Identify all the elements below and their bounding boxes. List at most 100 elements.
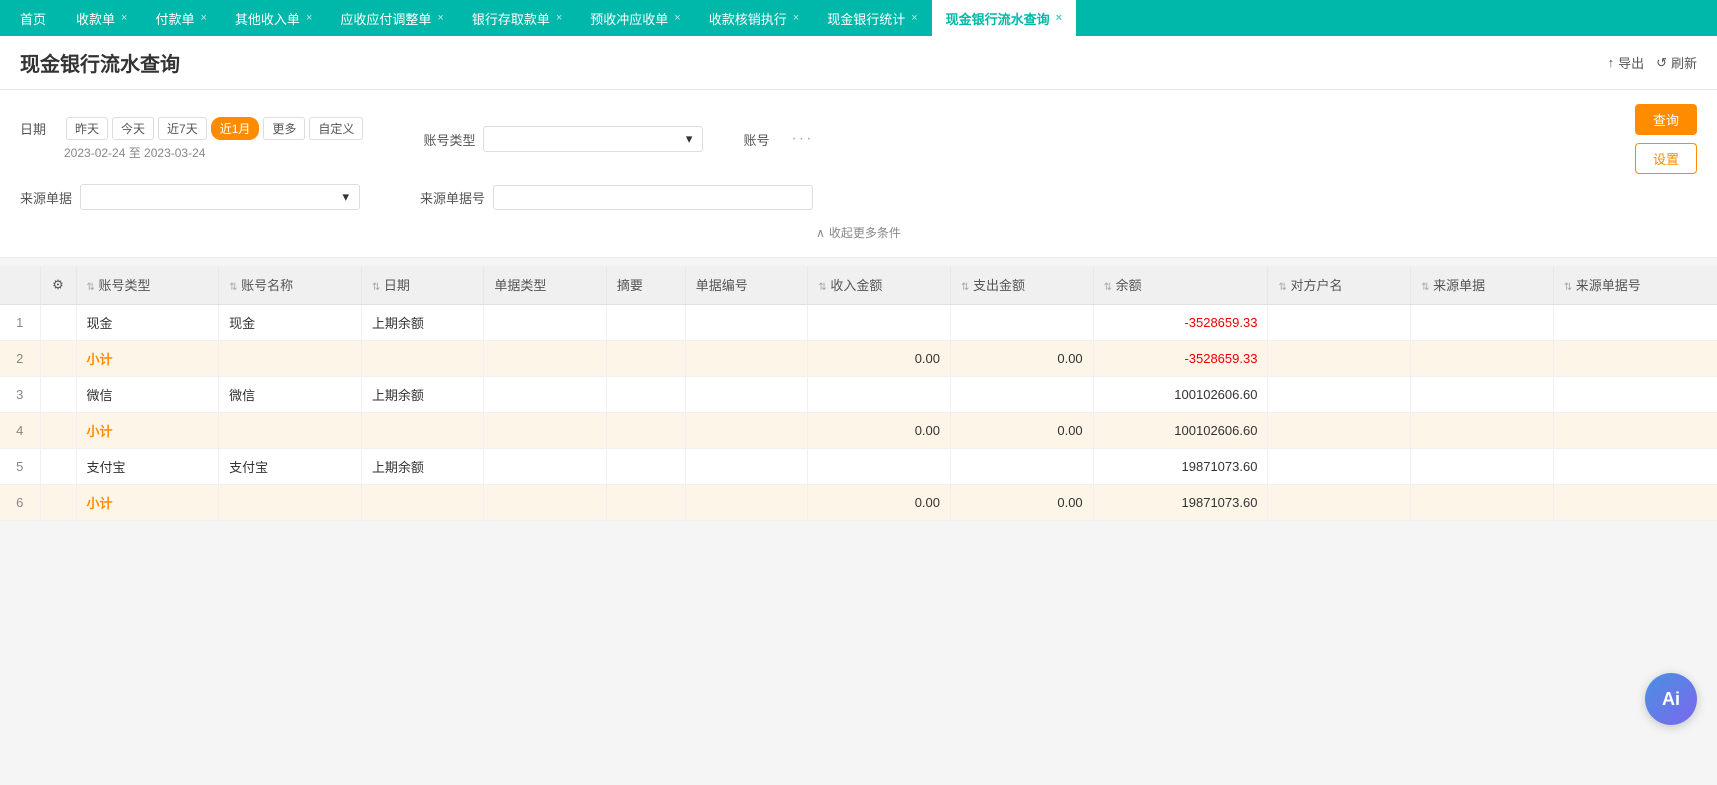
cell-docNo: [685, 448, 808, 484]
date-shortcut-btn[interactable]: 近7天: [158, 117, 207, 140]
cell-docType: [484, 304, 607, 340]
date-shortcut-btn[interactable]: 自定义: [309, 117, 363, 140]
date-shortcut-btn[interactable]: 今天: [112, 117, 154, 140]
account-type-select[interactable]: [483, 126, 703, 152]
cell-summary: [606, 340, 685, 376]
export-button[interactable]: ↑ 导出: [1608, 53, 1645, 72]
cell-balance: 19871073.60: [1093, 484, 1268, 520]
cell-income: [808, 448, 951, 484]
cell-accountType: 现金: [76, 304, 219, 340]
col-header-sourceDocNo[interactable]: ⇅ 来源单据号: [1553, 266, 1717, 304]
cell-sourceDocNo: [1553, 304, 1717, 340]
cell-docNo: [685, 484, 808, 520]
cell-sourceDocNo: [1553, 412, 1717, 448]
cell-summary: [606, 412, 685, 448]
cell-expense: 0.00: [951, 412, 1094, 448]
tab-close-icon[interactable]: ×: [911, 12, 917, 24]
tab-close-icon[interactable]: ×: [793, 12, 799, 24]
source-doc-select[interactable]: [80, 184, 360, 210]
cell-summary: [606, 484, 685, 520]
filter-area: 日期 昨天今天近7天近1月更多自定义 2023-02-24 至 2023-03-…: [0, 90, 1717, 258]
tab-close-icon[interactable]: ×: [200, 12, 206, 24]
filter-row-2: 来源单据 来源单据号: [20, 184, 1697, 210]
query-button[interactable]: 查询: [1635, 104, 1697, 135]
cell-sourceDoc: [1411, 448, 1554, 484]
col-header-counterparty[interactable]: ⇅ 对方户名: [1268, 266, 1411, 304]
tab-close-icon[interactable]: ×: [121, 12, 127, 24]
cell-counterparty: [1268, 412, 1411, 448]
filter-row-1: 日期 昨天今天近7天近1月更多自定义 2023-02-24 至 2023-03-…: [20, 104, 1697, 174]
cell-sourceDoc: [1411, 376, 1554, 412]
source-doc-no-input-wrap: [493, 185, 813, 210]
nav-home[interactable]: 首页: [4, 0, 62, 36]
col-header-expense[interactable]: ⇅ 支出金额: [951, 266, 1094, 304]
cell-accountType: 小计: [76, 484, 219, 520]
cell-sourceDocNo: [1553, 340, 1717, 376]
tab-close-icon[interactable]: ×: [556, 12, 562, 24]
col-header-accountName[interactable]: ⇅ 账号名称: [219, 266, 362, 304]
cell-docType: [484, 448, 607, 484]
nav-tab[interactable]: 银行存取款单×: [458, 0, 576, 36]
date-shortcut-btn[interactable]: 昨天: [66, 117, 108, 140]
source-doc-no-input[interactable]: [504, 190, 802, 205]
nav-tab[interactable]: 其他收入单×: [221, 0, 326, 36]
refresh-button[interactable]: ↺ 刷新: [1656, 53, 1697, 72]
table-row: 6小计0.000.0019871073.60: [0, 484, 1717, 520]
date-filter: 日期 昨天今天近7天近1月更多自定义 2023-02-24 至 2023-03-…: [20, 117, 363, 161]
tab-close-icon[interactable]: ×: [306, 12, 312, 24]
cell-no: 4: [0, 412, 40, 448]
nav-tab[interactable]: 应收应付调整单×: [326, 0, 457, 36]
col-header-accountType[interactable]: ⇅ 账号类型: [76, 266, 219, 304]
table-area: ⚙⇅ 账号类型⇅ 账号名称⇅ 日期单据类型摘要单据编号⇅ 收入金额⇅ 支出金额⇅…: [0, 266, 1717, 521]
source-doc-label: 来源单据: [20, 188, 72, 207]
col-header-summary: 摘要: [606, 266, 685, 304]
cell-date: 上期余额: [361, 448, 484, 484]
col-header-docType: 单据类型: [484, 266, 607, 304]
cell-date: 上期余额: [361, 304, 484, 340]
collapse-bar[interactable]: ∧ 收起更多条件: [20, 220, 1697, 247]
nav-tab[interactable]: 收款单×: [62, 0, 141, 36]
refresh-icon: ↺: [1656, 55, 1667, 71]
col-header-sourceDoc[interactable]: ⇅ 来源单据: [1411, 266, 1554, 304]
account-dots[interactable]: ···: [791, 130, 813, 148]
tab-close-icon[interactable]: ×: [674, 12, 680, 24]
account-filter: 账号 ···: [743, 130, 813, 149]
nav-tab[interactable]: 现金银行流水查询×: [932, 0, 1076, 36]
col-header-date[interactable]: ⇅ 日期: [361, 266, 484, 304]
nav-tab[interactable]: 现金银行统计×: [813, 0, 931, 36]
table-row: 3微信微信上期余额100102606.60: [0, 376, 1717, 412]
account-label: 账号: [743, 130, 783, 149]
cell-counterparty: [1268, 448, 1411, 484]
date-shortcut-btn[interactable]: 近1月: [211, 117, 260, 140]
cell-counterparty: [1268, 484, 1411, 520]
tab-close-icon[interactable]: ×: [1056, 12, 1062, 24]
cell-sourceDoc: [1411, 340, 1554, 376]
settings-button[interactable]: 设置: [1635, 143, 1697, 174]
col-index: [0, 266, 40, 304]
source-doc-no-label: 来源单据号: [420, 188, 485, 207]
cell-accountName: [219, 340, 362, 376]
page-title: 现金银行流水查询: [20, 48, 180, 77]
nav-tab[interactable]: 预收冲应收单×: [576, 0, 694, 36]
ai-badge[interactable]: Ai: [1645, 673, 1697, 725]
date-shortcut-btn[interactable]: 更多: [263, 117, 305, 140]
date-label: 日期: [20, 119, 60, 138]
tab-close-icon[interactable]: ×: [437, 12, 443, 24]
cell-accountType: 微信: [76, 376, 219, 412]
cell-no: 3: [0, 376, 40, 412]
cell-expense: 0.00: [951, 484, 1094, 520]
cell-accountType: 小计: [76, 340, 219, 376]
cell-balance: -3528659.33: [1093, 340, 1268, 376]
cell-accountType: 支付宝: [76, 448, 219, 484]
cell-docType: [484, 376, 607, 412]
cell-balance: 19871073.60: [1093, 448, 1268, 484]
cell-settings: [40, 484, 76, 520]
nav-tab[interactable]: 付款单×: [141, 0, 220, 36]
table-body: 1现金现金上期余额-3528659.332小计0.000.00-3528659.…: [0, 304, 1717, 520]
col-header-balance[interactable]: ⇅ 余额: [1093, 266, 1268, 304]
cell-counterparty: [1268, 304, 1411, 340]
nav-tab[interactable]: 收款核销执行×: [695, 0, 813, 36]
col-header-income[interactable]: ⇅ 收入金额: [808, 266, 951, 304]
cell-date: [361, 484, 484, 520]
cell-accountName: [219, 412, 362, 448]
